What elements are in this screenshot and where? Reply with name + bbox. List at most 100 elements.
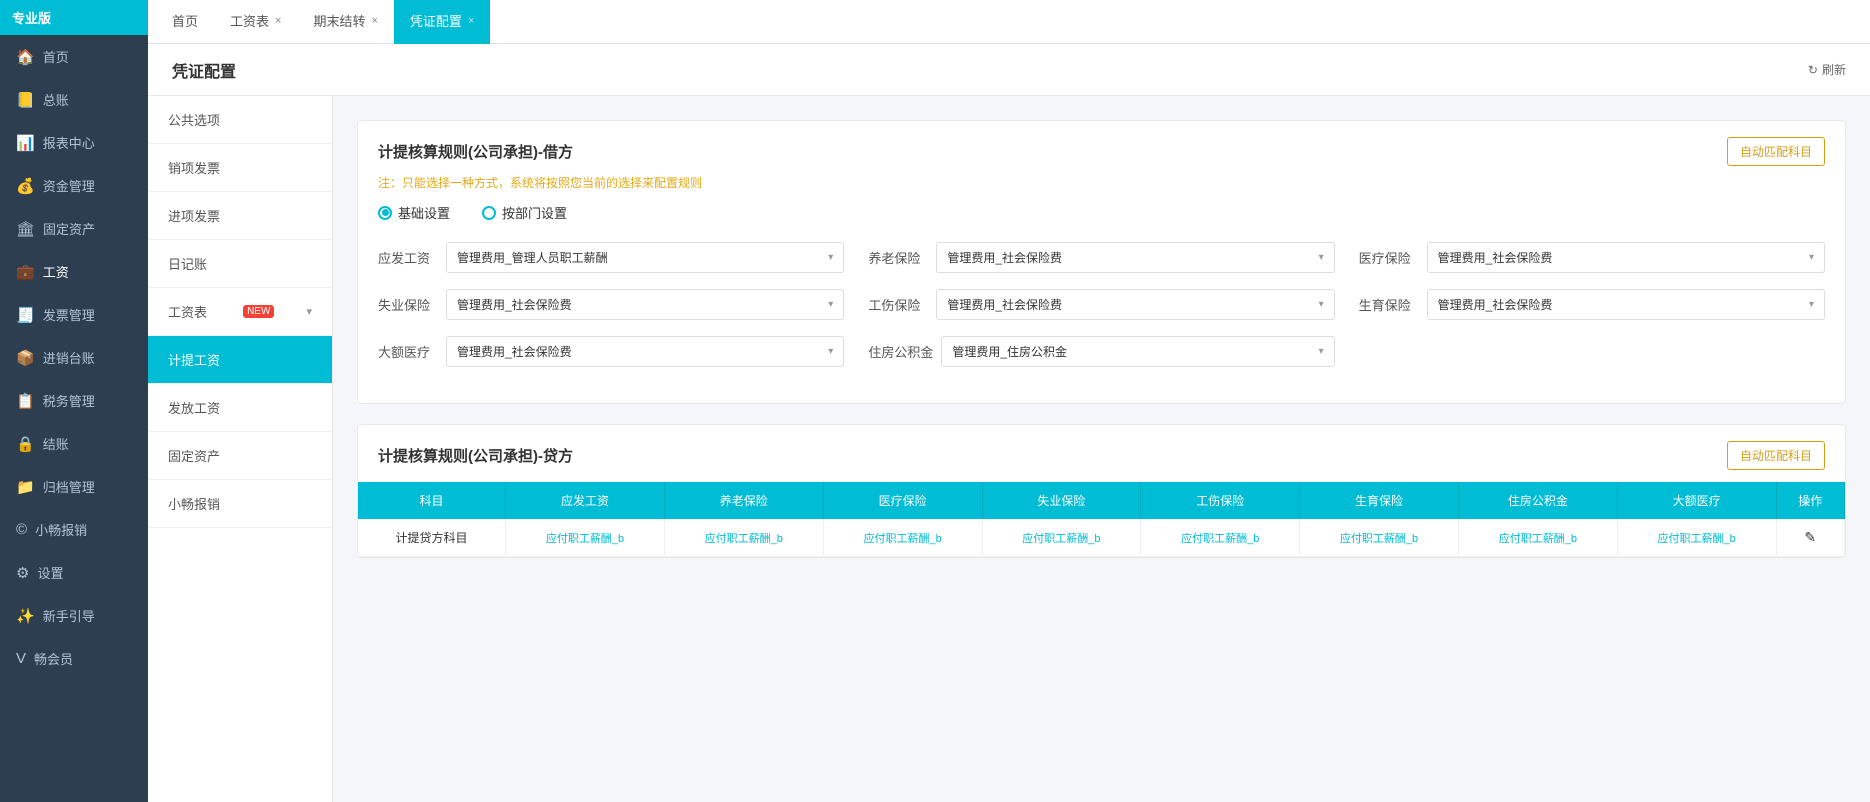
- radio-dept-circle: [482, 206, 496, 220]
- sidebar-item-salary[interactable]: 💼 工资: [0, 250, 148, 293]
- td-salary-value: 应付职工薪酬_b: [546, 533, 624, 545]
- debit-injury-chevron-icon: ▾: [1319, 299, 1324, 310]
- debit-form-item-unemployment: 失业保险 管理费用_社会保险费 ▾: [378, 289, 844, 320]
- debit-form-item-medical: 医疗保险 管理费用_社会保险费 ▾: [1359, 242, 1825, 273]
- debit-maternity-select[interactable]: 管理费用_社会保险费 ▾: [1427, 289, 1825, 320]
- left-nav-xiaocha-expense[interactable]: 小畅报销: [148, 480, 332, 528]
- credit-section: 计提核算规则(公司承担)-贷方 自动匹配科目 科目 应发工资 养老保险 医疗保险…: [357, 424, 1846, 558]
- refresh-button[interactable]: ↻ 刷新: [1808, 61, 1846, 78]
- sidebar-item-invoice[interactable]: 🧾 发票管理: [0, 293, 148, 336]
- sidebar-item-xiaocha-expense[interactable]: © 小畅报销: [0, 508, 148, 551]
- sidebar-item-reports[interactable]: 📊 报表中心: [0, 121, 148, 164]
- left-nav-calc-salary[interactable]: 计提工资: [148, 336, 332, 384]
- td-maternity: 应付职工薪酬_b: [1300, 519, 1459, 557]
- debit-medical-select[interactable]: 管理费用_社会保险费 ▾: [1427, 242, 1825, 273]
- radio-basic-label: 基础设置: [398, 203, 450, 222]
- tab-payroll[interactable]: 工资表 ×: [214, 0, 297, 44]
- debit-major-medical-chevron-icon: ▾: [828, 346, 833, 357]
- td-pension: 应付职工薪酬_b: [664, 519, 823, 557]
- tab-voucher-config-close[interactable]: ×: [468, 15, 474, 27]
- debit-auto-match-button[interactable]: 自动匹配科目: [1727, 137, 1825, 166]
- sidebar-item-settings[interactable]: ⚙ 设置: [0, 551, 148, 594]
- tab-period[interactable]: 期末结转 ×: [297, 0, 393, 44]
- sidebar-item-member[interactable]: V 畅会员: [0, 637, 148, 680]
- closing-icon: 🔒: [16, 435, 35, 453]
- debit-section-title: 计提核算规则(公司承担)-借方: [378, 141, 573, 162]
- td-medical: 应付职工薪酬_b: [823, 519, 982, 557]
- new-badge: NEW: [243, 305, 274, 318]
- credit-section-header: 计提核算规则(公司承担)-贷方 自动匹配科目: [358, 425, 1845, 482]
- debit-medical-chevron-icon: ▾: [1809, 252, 1814, 263]
- td-maternity-value: 应付职工薪酬_b: [1340, 533, 1418, 545]
- td-housing-value: 应付职工薪酬_b: [1499, 533, 1577, 545]
- debit-form-grid: 应发工资 管理费用_管理人员职工薪酬 ▾ 养老保险 管理费用_社会保险费 ▾: [358, 234, 1845, 403]
- left-nav-journal[interactable]: 日记账: [148, 240, 332, 288]
- tab-home[interactable]: 首页: [156, 0, 214, 44]
- sidebar-item-ledger[interactable]: 📒 总账: [0, 78, 148, 121]
- td-housing: 应付职工薪酬_b: [1458, 519, 1617, 557]
- table-row: 计提贷方科目 应付职工薪酬_b 应付职工薪酬_b 应付职工薪酬_b 应付职工薪酬…: [358, 519, 1845, 557]
- tab-voucher-config[interactable]: 凭证配置 ×: [394, 0, 490, 44]
- td-subject: 计提贷方科目: [358, 519, 506, 557]
- debit-section-header: 计提核算规则(公司承担)-借方 自动匹配科目: [358, 121, 1845, 166]
- col-header-pension: 养老保险: [664, 482, 823, 519]
- debit-form-row-1: 应发工资 管理费用_管理人员职工薪酬 ▾ 养老保险 管理费用_社会保险费 ▾: [378, 242, 1825, 273]
- left-nav-fixed-assets[interactable]: 固定资产: [148, 432, 332, 480]
- debit-unemployment-label: 失业保险: [378, 295, 438, 314]
- tab-payroll-close[interactable]: ×: [275, 15, 281, 27]
- sidebar-item-home[interactable]: 🏠 首页: [0, 35, 148, 78]
- radio-basic-circle: [378, 206, 392, 220]
- debit-form-item-injury: 工伤保险 管理费用_社会保险费 ▾: [868, 289, 1334, 320]
- col-header-salary: 应发工资: [506, 482, 665, 519]
- tab-period-close[interactable]: ×: [371, 15, 377, 27]
- debit-maternity-chevron-icon: ▾: [1809, 299, 1814, 310]
- sidebar-item-funds[interactable]: 💰 资金管理: [0, 164, 148, 207]
- debit-maternity-value: 管理费用_社会保险费: [1438, 296, 1553, 313]
- debit-major-medical-value: 管理费用_社会保险费: [457, 343, 572, 360]
- sidebar-item-assets[interactable]: 🏛 固定资产: [0, 207, 148, 250]
- reports-icon: 📊: [16, 134, 35, 152]
- debit-major-medical-label: 大额医疗: [378, 342, 438, 361]
- debit-injury-value: 管理费用_社会保险费: [947, 296, 1062, 313]
- sidebar-item-guide[interactable]: ✨ 新手引导: [0, 594, 148, 637]
- settings-icon: ⚙: [16, 564, 29, 582]
- td-salary: 应付职工薪酬_b: [506, 519, 665, 557]
- left-nav-payroll-table[interactable]: 工资表 NEW ▾: [148, 288, 332, 336]
- debit-salary-label: 应发工资: [378, 248, 438, 267]
- sidebar-item-archive[interactable]: 📁 归档管理: [0, 465, 148, 508]
- credit-auto-match-button[interactable]: 自动匹配科目: [1727, 441, 1825, 470]
- debit-housing-select[interactable]: 管理费用_住房公积金 ▾: [941, 336, 1334, 367]
- radio-dept[interactable]: 按部门设置: [482, 203, 567, 222]
- debit-injury-label: 工伤保险: [868, 295, 928, 314]
- col-header-subject: 科目: [358, 482, 506, 519]
- left-nav-purchase-invoice[interactable]: 进项发票: [148, 192, 332, 240]
- edit-icon[interactable]: ✎: [1804, 529, 1816, 545]
- left-nav-pay-salary[interactable]: 发放工资: [148, 384, 332, 432]
- main-area: 首页 工资表 × 期末结转 × 凭证配置 × 凭证配置 ↻ 刷新 公共选项: [148, 0, 1870, 802]
- xiaocha-expense-icon: ©: [16, 521, 27, 538]
- sidebar-item-inventory[interactable]: 📦 进销台账: [0, 336, 148, 379]
- col-header-major-medical: 大额医疗: [1617, 482, 1776, 519]
- debit-major-medical-select[interactable]: 管理费用_社会保险费 ▾: [446, 336, 844, 367]
- left-nav-sales-invoice[interactable]: 销项发票: [148, 144, 332, 192]
- page-header: 凭证配置 ↻ 刷新: [148, 44, 1870, 96]
- debit-pension-select[interactable]: 管理费用_社会保险费 ▾: [936, 242, 1334, 273]
- debit-injury-select[interactable]: 管理费用_社会保险费 ▾: [936, 289, 1334, 320]
- refresh-icon: ↻: [1808, 63, 1818, 77]
- col-header-unemployment: 失业保险: [982, 482, 1141, 519]
- td-action[interactable]: ✎: [1776, 519, 1844, 557]
- credit-table: 科目 应发工资 养老保险 医疗保险 失业保险 工伤保险 生育保险 住房公积金 大…: [358, 482, 1845, 557]
- funds-icon: 💰: [16, 177, 35, 195]
- debit-form-item-maternity: 生育保险 管理费用_社会保险费 ▾: [1359, 289, 1825, 320]
- debit-maternity-label: 生育保险: [1359, 295, 1419, 314]
- sidebar-item-closing[interactable]: 🔒 结账: [0, 422, 148, 465]
- sidebar-item-tax[interactable]: 📋 税务管理: [0, 379, 148, 422]
- td-major-medical-value: 应付职工薪酬_b: [1658, 533, 1736, 545]
- debit-unemployment-select[interactable]: 管理费用_社会保险费 ▾: [446, 289, 844, 320]
- debit-pension-value: 管理费用_社会保险费: [947, 249, 1062, 266]
- td-unemployment-value: 应付职工薪酬_b: [1022, 533, 1100, 545]
- debit-salary-select[interactable]: 管理费用_管理人员职工薪酬 ▾: [446, 242, 844, 273]
- radio-basic[interactable]: 基础设置: [378, 203, 450, 222]
- invoice-icon: 🧾: [16, 306, 35, 324]
- left-nav-public[interactable]: 公共选项: [148, 96, 332, 144]
